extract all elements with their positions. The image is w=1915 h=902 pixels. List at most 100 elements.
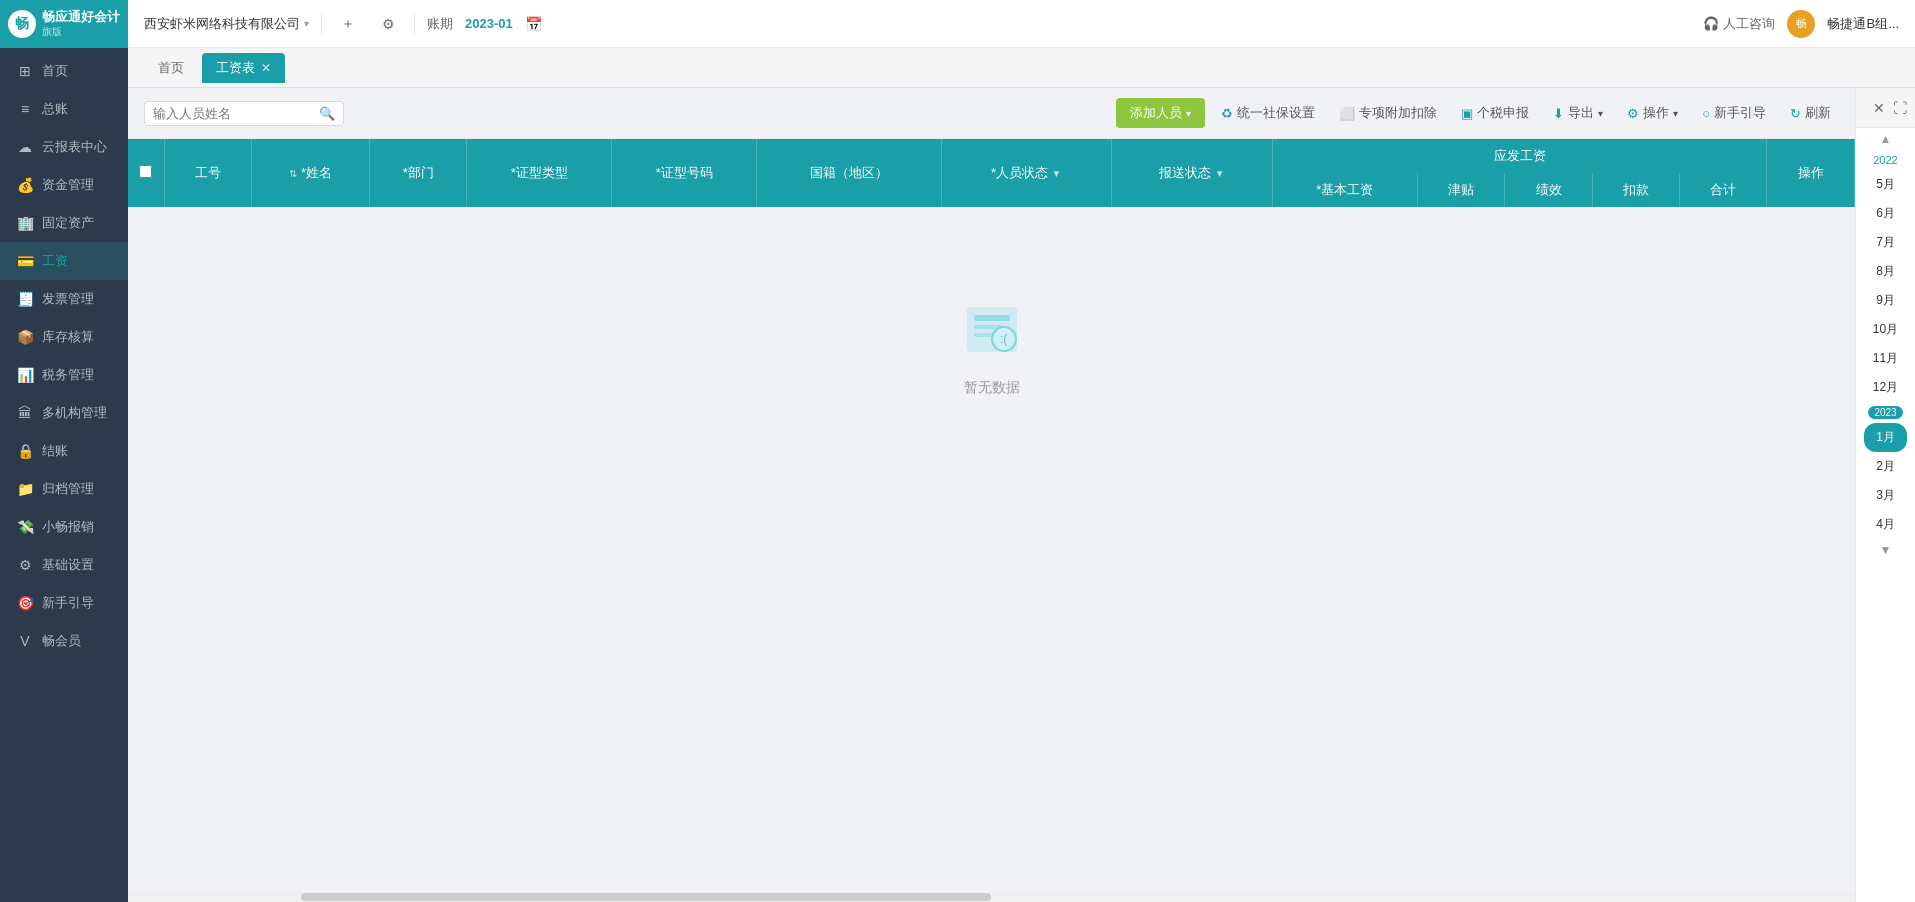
tax-icon: 📊 <box>16 367 34 383</box>
th-nationality-label: 国籍（地区） <box>810 165 888 180</box>
panel-close-button[interactable]: ✕ <box>1873 100 1885 116</box>
guide-button[interactable]: ○ 新手引导 <box>1694 100 1774 126</box>
th-performance: 绩效 <box>1505 173 1592 207</box>
refresh-button[interactable]: ↻ 刷新 <box>1782 100 1839 126</box>
settings-icon: ⚙ <box>16 557 34 573</box>
th-checkbox[interactable] <box>128 139 164 207</box>
sidebar-item-invoice[interactable]: 🧾 发票管理 <box>0 280 128 318</box>
calendar-icon[interactable]: 📅 <box>525 16 542 32</box>
period-month-2023-01[interactable]: 1月 <box>1864 423 1907 452</box>
sidebar-item-salary[interactable]: 💳 工资 <box>0 242 128 280</box>
deduct-icon: ⬜ <box>1339 106 1355 121</box>
sidebar-item-multi-org[interactable]: 🏛 多机构管理 <box>0 394 128 432</box>
period-month-2022-10[interactable]: 10月 <box>1856 315 1915 344</box>
period-panel-header: ✕ ⛶ <box>1856 88 1915 128</box>
tab-home[interactable]: 首页 <box>144 53 198 83</box>
sidebar-item-fund[interactable]: 💰 资金管理 <box>0 166 128 204</box>
period-month-2022-12[interactable]: 12月 <box>1856 373 1915 402</box>
sidebar-item-label: 多机构管理 <box>42 404 107 422</box>
guide-icon: 🎯 <box>16 595 34 611</box>
archive-icon: 📁 <box>16 481 34 497</box>
period-label: 账期 <box>427 15 453 33</box>
sidebar-item-archive[interactable]: 📁 归档管理 <box>0 470 128 508</box>
table-scrollbar[interactable] <box>128 892 1855 902</box>
export-icon: ⬇ <box>1553 106 1564 121</box>
operations-button[interactable]: ⚙ 操作 ▾ <box>1619 100 1686 126</box>
social-insurance-button[interactable]: ♻ 统一社保设置 <box>1213 100 1323 126</box>
export-button[interactable]: ⬇ 导出 ▾ <box>1545 100 1611 126</box>
period-month-2022-06[interactable]: 6月 <box>1856 199 1915 228</box>
period-scroll-down[interactable]: ▼ <box>1856 539 1915 561</box>
th-department: *部门 <box>370 139 467 207</box>
company-selector[interactable]: 西安虾米网络科技有限公司 ▾ <box>144 15 309 33</box>
sidebar-item-label: 畅会员 <box>42 632 81 650</box>
refresh-icon: ↻ <box>1790 106 1801 121</box>
sidebar-item-ledger[interactable]: ≡ 总账 <box>0 90 128 128</box>
invoice-icon: 🧾 <box>16 291 34 307</box>
special-deduct-button[interactable]: ⬜ 专项附加扣除 <box>1331 100 1445 126</box>
period-year-2022: 2022 <box>1856 150 1915 170</box>
sidebar-item-guide[interactable]: 🎯 新手引导 <box>0 584 128 622</box>
sidebar-item-expense[interactable]: 💸 小畅报销 <box>0 508 128 546</box>
period-year-2023: 2023 <box>1856 402 1915 423</box>
tax-label: 个税申报 <box>1477 104 1529 122</box>
panel-expand-button[interactable]: ⛶ <box>1893 100 1907 116</box>
sidebar-item-label: 结账 <box>42 442 68 460</box>
tax-report-button[interactable]: ▣ 个税申报 <box>1453 100 1537 126</box>
operations-label: 操作 <box>1643 104 1669 122</box>
period-scroll-up[interactable]: ▲ <box>1856 128 1915 150</box>
ledger-icon: ≡ <box>16 101 34 117</box>
tab-close-icon[interactable]: ✕ <box>261 61 271 75</box>
period-month-2023-04[interactable]: 4月 <box>1856 510 1915 539</box>
add-company-button[interactable]: ＋ <box>334 10 362 38</box>
sidebar-item-home[interactable]: ⊞ 首页 <box>0 52 128 90</box>
settings-button[interactable]: ⚙ <box>374 10 402 38</box>
company-name: 西安虾米网络科技有限公司 <box>144 15 300 33</box>
sidebar-item-settings[interactable]: ⚙ 基础设置 <box>0 546 128 584</box>
user-service-button[interactable]: 🎧 人工咨询 <box>1703 15 1775 33</box>
sidebar-item-label: 总账 <box>42 100 68 118</box>
service-label: 人工咨询 <box>1723 15 1775 33</box>
period-month-2022-11[interactable]: 11月 <box>1856 344 1915 373</box>
period-month-2022-07[interactable]: 7月 <box>1856 228 1915 257</box>
period-month-2023-03[interactable]: 3月 <box>1856 481 1915 510</box>
th-operations-label: 操作 <box>1798 165 1824 180</box>
tab-salary-table[interactable]: 工资表 ✕ <box>202 53 285 83</box>
period-month-2022-08[interactable]: 8月 <box>1856 257 1915 286</box>
select-all-checkbox[interactable] <box>139 165 152 178</box>
sidebar-item-vip[interactable]: V 畅会员 <box>0 622 128 660</box>
year-2022-label: 2022 <box>1873 154 1897 166</box>
report-status-filter-icon[interactable]: ▼ <box>1215 168 1225 179</box>
tab-salary-label: 工资表 <box>216 59 255 77</box>
logo-subtitle: 旗版 <box>42 25 120 39</box>
th-deduction: 扣款 <box>1592 173 1679 207</box>
month-label: 2月 <box>1876 459 1895 473</box>
th-name-label: *姓名 <box>301 165 332 180</box>
sidebar-item-inventory[interactable]: 📦 库存核算 <box>0 318 128 356</box>
search-input[interactable] <box>153 106 313 121</box>
vip-icon: V <box>16 633 34 649</box>
sidebar-item-tax[interactable]: 📊 税务管理 <box>0 356 128 394</box>
social-icon: ♻ <box>1221 106 1233 121</box>
sidebar-item-label: 小畅报销 <box>42 518 94 536</box>
add-person-button[interactable]: 添加人员 ▾ <box>1116 98 1205 128</box>
sidebar-item-close-account[interactable]: 🔒 结账 <box>0 432 128 470</box>
search-icon: 🔍 <box>319 106 335 121</box>
scrollbar-thumb <box>301 893 992 901</box>
th-id-type: *证型类型 <box>467 139 612 207</box>
header-divider-1 <box>321 14 322 34</box>
tab-home-label: 首页 <box>158 59 184 77</box>
operations-icon: ⚙ <box>1627 106 1639 121</box>
period-month-2022-05[interactable]: 5月 <box>1856 170 1915 199</box>
period-month-2023-02[interactable]: 2月 <box>1856 452 1915 481</box>
guide-label: 新手引导 <box>1714 104 1766 122</box>
main-area: 西安虾米网络科技有限公司 ▾ ＋ ⚙ 账期 2023-01 📅 🎧 人工咨询 畅… <box>128 0 1915 902</box>
search-wrapper[interactable]: 🔍 <box>144 101 344 126</box>
period-month-2022-09[interactable]: 9月 <box>1856 286 1915 315</box>
sidebar-item-cloud-report[interactable]: ☁ 云报表中心 <box>0 128 128 166</box>
personnel-status-filter-icon[interactable]: ▼ <box>1052 168 1062 179</box>
name-sort-icon[interactable]: ⇅ <box>289 168 297 179</box>
month-label: 6月 <box>1876 206 1895 220</box>
sidebar-item-label: 基础设置 <box>42 556 94 574</box>
sidebar-item-fixed-assets[interactable]: 🏢 固定资产 <box>0 204 128 242</box>
